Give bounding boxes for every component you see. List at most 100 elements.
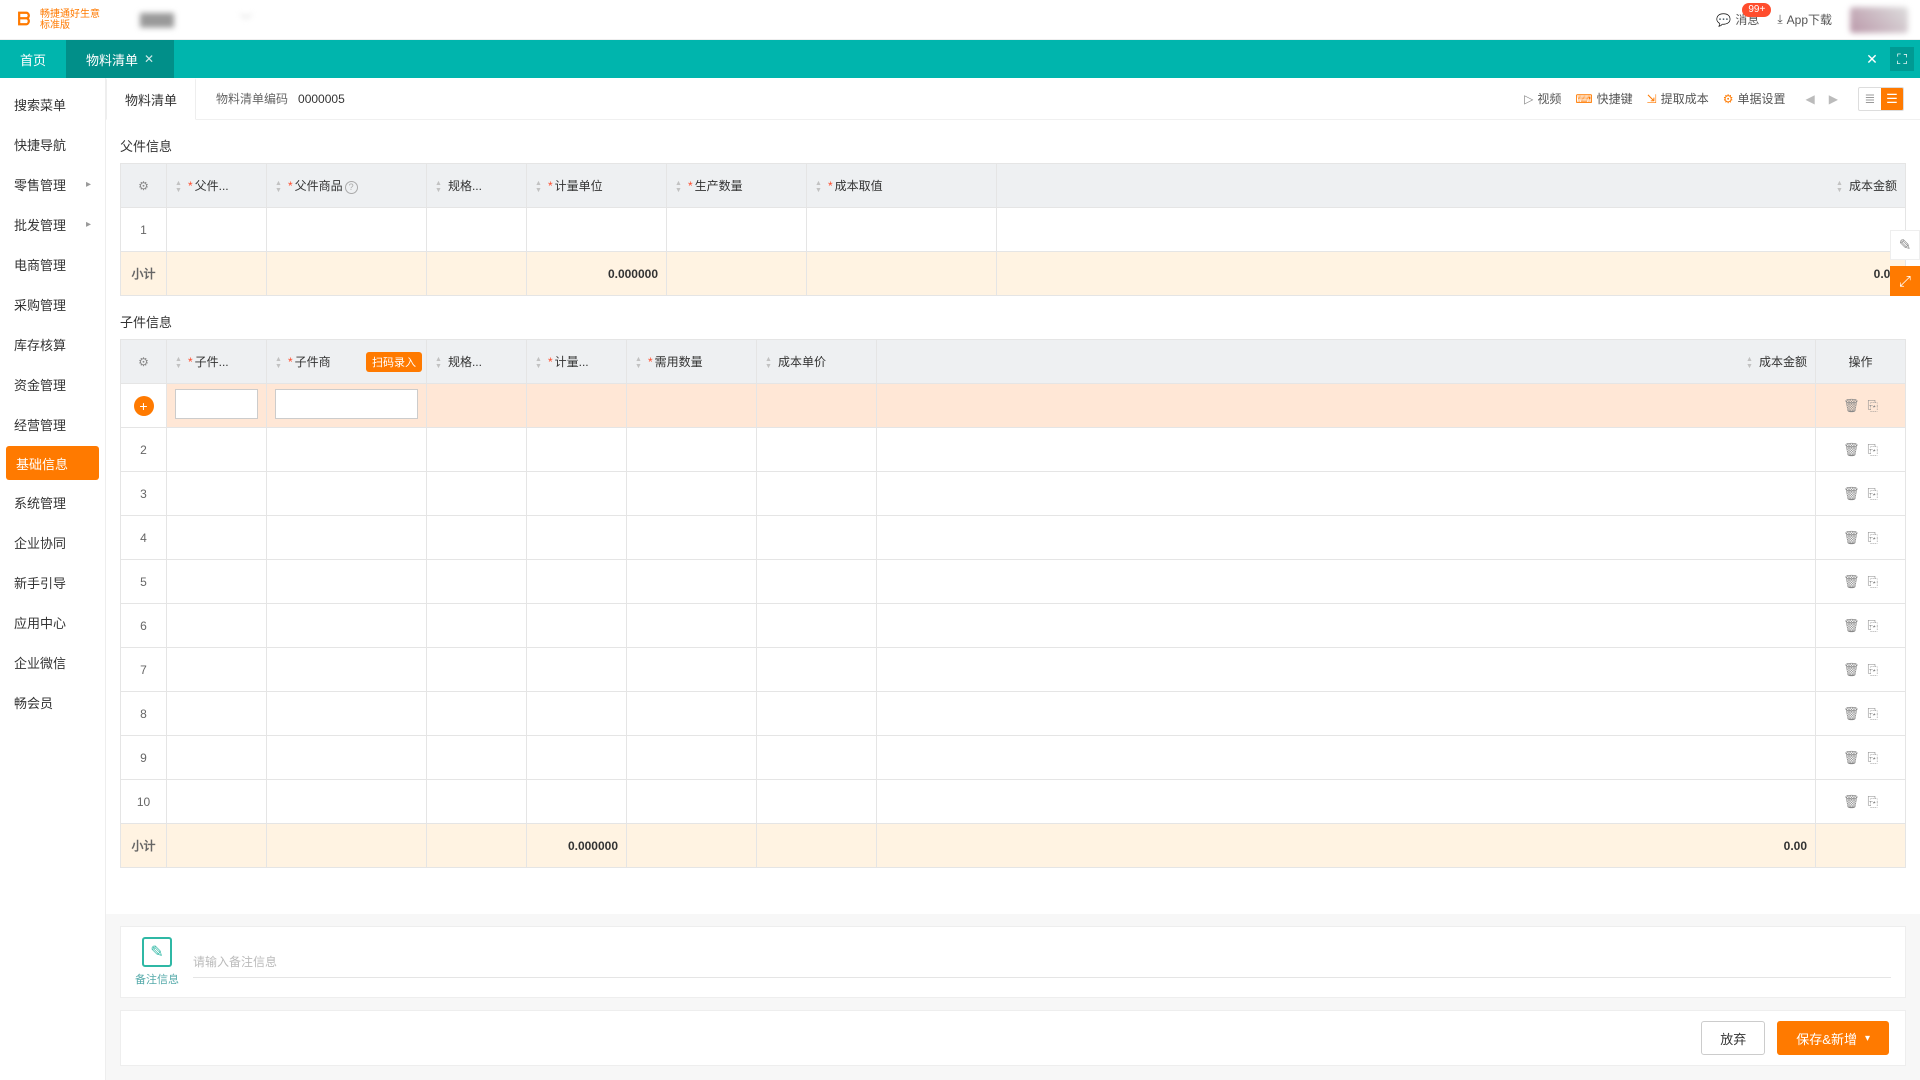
cell[interactable]: [527, 604, 627, 648]
sidebar-item[interactable]: 企业微信: [0, 642, 105, 682]
messages-button[interactable]: 💬 消息 99+: [1716, 11, 1759, 28]
sidebar-item[interactable]: 系统管理: [0, 482, 105, 522]
cell[interactable]: [267, 384, 427, 428]
cell[interactable]: [267, 780, 427, 824]
delete-row-button[interactable]: 🗑: [1843, 442, 1860, 457]
avatar[interactable]: [1850, 7, 1908, 33]
cell[interactable]: [427, 604, 527, 648]
cell[interactable]: [427, 208, 527, 252]
col-child-amount[interactable]: 成本金额: [877, 340, 1816, 384]
copy-row-button[interactable]: ⎘: [1868, 750, 1878, 765]
cell[interactable]: [267, 560, 427, 604]
rail-expand-button[interactable]: ⤢: [1890, 266, 1920, 296]
delete-row-button[interactable]: 🗑: [1843, 486, 1860, 501]
col-child-unit[interactable]: *计量...: [527, 340, 627, 384]
cell[interactable]: [167, 604, 267, 648]
copy-row-button[interactable]: ⎘: [1868, 530, 1878, 545]
discard-button[interactable]: 放弃: [1701, 1021, 1765, 1055]
parent-row[interactable]: 1: [121, 208, 1906, 252]
sidebar-item[interactable]: 新手引导: [0, 562, 105, 602]
sidebar-item[interactable]: 应用中心: [0, 602, 105, 642]
delete-row-button[interactable]: 🗑: [1843, 706, 1860, 721]
copy-row-button[interactable]: ⎘: [1868, 618, 1878, 633]
delete-row-button[interactable]: 🗑: [1843, 530, 1860, 545]
cell[interactable]: [757, 516, 877, 560]
sidebar-item[interactable]: 搜索菜单: [0, 84, 105, 124]
cell[interactable]: [527, 648, 627, 692]
cell[interactable]: [427, 384, 527, 428]
col-child-product[interactable]: *子件商扫码录入: [267, 340, 427, 384]
col-parent-product[interactable]: *父件商品?: [267, 164, 427, 208]
col-child-price[interactable]: 成本单价: [757, 340, 877, 384]
cell[interactable]: [167, 384, 267, 428]
cell[interactable]: [527, 560, 627, 604]
sidebar-item[interactable]: 批发管理▸: [0, 204, 105, 244]
child-row[interactable]: 4🗑⎘: [121, 516, 1906, 560]
cell[interactable]: [627, 780, 757, 824]
delete-row-button[interactable]: 🗑: [1843, 794, 1860, 809]
pager-next-button[interactable]: ▶: [1823, 90, 1844, 108]
sidebar-item[interactable]: 基础信息: [6, 446, 99, 480]
child-row[interactable]: +🗑⎘: [121, 384, 1906, 428]
cell[interactable]: [807, 208, 997, 252]
sidebar-item[interactable]: 采购管理: [0, 284, 105, 324]
cell[interactable]: [167, 692, 267, 736]
sidebar-item[interactable]: 零售管理▸: [0, 164, 105, 204]
delete-row-button[interactable]: 🗑: [1843, 662, 1860, 677]
cell[interactable]: [757, 428, 877, 472]
cell[interactable]: [167, 648, 267, 692]
cell[interactable]: [877, 472, 1816, 516]
cell[interactable]: [267, 472, 427, 516]
copy-row-button[interactable]: ⎘: [1868, 486, 1878, 501]
copy-row-button[interactable]: ⎘: [1868, 662, 1878, 677]
cell[interactable]: [627, 736, 757, 780]
child-row[interactable]: 9🗑⎘: [121, 736, 1906, 780]
remark-input[interactable]: [193, 946, 1891, 978]
cell[interactable]: [627, 692, 757, 736]
col-child-code[interactable]: *子件...: [167, 340, 267, 384]
child-row[interactable]: 3🗑⎘: [121, 472, 1906, 516]
child-row[interactable]: 7🗑⎘: [121, 648, 1906, 692]
sidebar-item[interactable]: 资金管理: [0, 364, 105, 404]
cell[interactable]: [167, 560, 267, 604]
sidebar-item[interactable]: 经营管理: [0, 404, 105, 444]
cell[interactable]: [167, 428, 267, 472]
sidebar-item[interactable]: 畅会员: [0, 682, 105, 722]
gear-icon[interactable]: ⚙: [138, 179, 149, 193]
cell[interactable]: [527, 692, 627, 736]
child-row[interactable]: 8🗑⎘: [121, 692, 1906, 736]
view-list-button[interactable]: ≣: [1859, 88, 1881, 110]
col-parent-amount[interactable]: 成本金额: [997, 164, 1906, 208]
cell[interactable]: [877, 692, 1816, 736]
cell[interactable]: [267, 736, 427, 780]
cell[interactable]: [527, 384, 627, 428]
extract-cost-button[interactable]: ⇲提取成本: [1647, 90, 1709, 107]
cell[interactable]: [627, 428, 757, 472]
copy-row-button[interactable]: ⎘: [1868, 794, 1878, 809]
cell[interactable]: [877, 516, 1816, 560]
cell[interactable]: [997, 208, 1906, 252]
child-row[interactable]: 2🗑⎘: [121, 428, 1906, 472]
cell[interactable]: [877, 648, 1816, 692]
cell[interactable]: [757, 384, 877, 428]
close-icon[interactable]: ✕: [144, 52, 154, 66]
cell[interactable]: [427, 780, 527, 824]
cell[interactable]: [527, 780, 627, 824]
cell[interactable]: [267, 604, 427, 648]
cell[interactable]: [167, 736, 267, 780]
cell[interactable]: [757, 692, 877, 736]
sidebar-item[interactable]: 库存核算: [0, 324, 105, 364]
col-child-qty[interactable]: *需用数量: [627, 340, 757, 384]
cell[interactable]: [167, 780, 267, 824]
cell[interactable]: [877, 384, 1816, 428]
cell[interactable]: [757, 604, 877, 648]
sidebar-item[interactable]: 电商管理: [0, 244, 105, 284]
cell[interactable]: [427, 736, 527, 780]
cell[interactable]: [427, 472, 527, 516]
gear-icon[interactable]: ⚙: [138, 355, 149, 369]
cell[interactable]: [627, 648, 757, 692]
cell[interactable]: [267, 428, 427, 472]
cell[interactable]: [627, 516, 757, 560]
cell[interactable]: [757, 648, 877, 692]
cell[interactable]: [267, 516, 427, 560]
